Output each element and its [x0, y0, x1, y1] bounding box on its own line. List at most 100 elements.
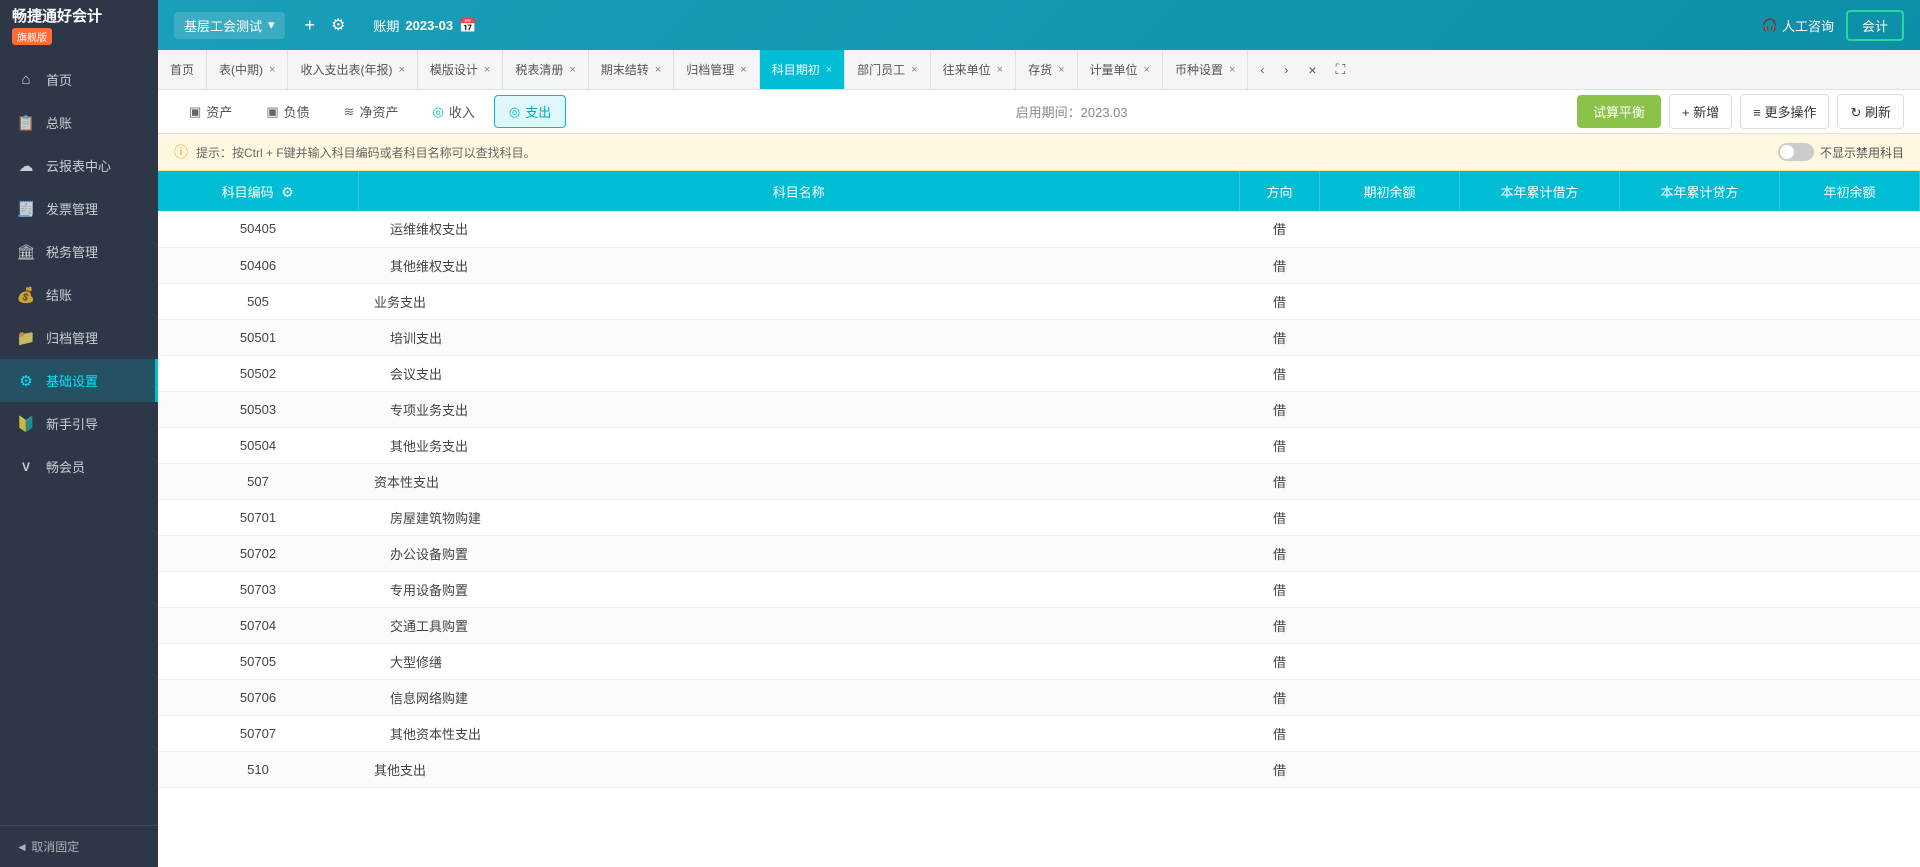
more-label: 更多操作 [1764, 105, 1816, 120]
account-button[interactable]: 会计 [1846, 10, 1904, 41]
sidebar-item-label: 总账 [46, 113, 72, 132]
table-row[interactable]: 50705 大型修缮 借 [158, 643, 1920, 679]
sidebar-item-reports[interactable]: ☁ 云报表中心 [0, 144, 158, 187]
sidebar-item-guide[interactable]: 🔰 新手引导 [0, 402, 158, 445]
cell-ytd-credit [1620, 499, 1780, 535]
tab-subject-init[interactable]: 科目期初 × [760, 50, 845, 90]
tab-currency[interactable]: 币种设置 × [1163, 50, 1248, 90]
tab-dept[interactable]: 部门员工 × [845, 50, 930, 90]
cell-ytd-credit [1620, 607, 1780, 643]
tab-close-icon[interactable]: × [997, 64, 1003, 76]
toggle-disabled-switch[interactable] [1778, 143, 1814, 161]
cell-opening [1320, 571, 1460, 607]
sub-tab-liabilities[interactable]: ▣ 负债 [251, 95, 324, 128]
more-button[interactable]: ≡ 更多操作 [1740, 94, 1829, 129]
tab-period-end[interactable]: 期末结转 × [589, 50, 674, 90]
tab-label: 存货 [1028, 61, 1052, 78]
table-row[interactable]: 50702 办公设备购置 借 [158, 535, 1920, 571]
table-row[interactable]: 50701 房屋建筑物购建 借 [158, 499, 1920, 535]
sidebar-item-invoice[interactable]: 🧾 发票管理 [0, 187, 158, 230]
table-row[interactable]: 50405 运维维权支出 借 [158, 211, 1920, 247]
sidebar-item-label: 新手引导 [46, 414, 98, 433]
sidebar-item-home[interactable]: ⌂ 首页 [0, 58, 158, 101]
sidebar-item-basic-settings[interactable]: ⚙ 基础设置 [0, 359, 158, 402]
tab-close-icon[interactable]: × [269, 64, 275, 76]
sidebar-nav: ⌂ 首页 📋 总账 ☁ 云报表中心 🧾 发票管理 🏛 税务管理 💰 结账 📁 归… [0, 50, 158, 825]
table-row[interactable]: 50504 其他业务支出 借 [158, 427, 1920, 463]
tab-close-icon[interactable]: × [826, 64, 832, 76]
cell-year-begin [1780, 319, 1920, 355]
tab-counterpart[interactable]: 往来单位 × [931, 50, 1016, 90]
tab-close-icon[interactable]: × [1229, 64, 1235, 76]
sub-tab-expenditure[interactable]: ◎ 支出 [494, 95, 566, 128]
tab-close-all-button[interactable]: × [1298, 50, 1326, 90]
table-row[interactable]: 50406 其他维权支出 借 [158, 247, 1920, 283]
cell-ytd-credit [1620, 247, 1780, 283]
calendar-icon[interactable]: 📅 [459, 17, 476, 34]
sub-tab-assets[interactable]: ▣ 资产 [174, 95, 247, 128]
table-row[interactable]: 50707 其他资本性支出 借 [158, 715, 1920, 751]
tab-close-icon[interactable]: × [655, 64, 661, 76]
cell-ytd-credit [1620, 355, 1780, 391]
sub-tab-label: 净资产 [360, 102, 399, 121]
table-row[interactable]: 505 业务支出 借 [158, 283, 1920, 319]
tab-home[interactable]: 首页 [158, 50, 207, 90]
tab-prev-button[interactable]: ‹ [1250, 50, 1274, 90]
table-row[interactable]: 50502 会议支出 借 [158, 355, 1920, 391]
add-company-btn[interactable]: + [305, 15, 316, 36]
table-row[interactable]: 50501 培训支出 借 [158, 319, 1920, 355]
tab-unit[interactable]: 计量单位 × [1078, 50, 1163, 90]
tab-inventory[interactable]: 存货 × [1016, 50, 1077, 90]
table-container[interactable]: 科目编码 ⚙ 科目名称 方向 期初余额 本年累计借方 本年累计贷方 年初余额 5… [158, 171, 1920, 867]
tab-label: 表(中期) [219, 61, 263, 78]
cell-ytd-debit [1460, 427, 1620, 463]
balance-button[interactable]: 试算平衡 [1577, 95, 1661, 128]
support-button[interactable]: 🎧 人工咨询 [1762, 16, 1834, 35]
sidebar-item-archive[interactable]: 📁 归档管理 [0, 316, 158, 359]
column-settings-icon[interactable]: ⚙ [281, 184, 294, 200]
sub-tab-label: 负债 [284, 102, 310, 121]
table-row[interactable]: 50703 专用设备购置 借 [158, 571, 1920, 607]
ledger-icon: 📋 [16, 114, 36, 132]
add-button[interactable]: + 新增 [1669, 94, 1732, 129]
sub-tab-income[interactable]: ◎ 收入 [418, 95, 490, 128]
sub-tab-net-assets[interactable]: ≋ 净资产 [329, 95, 414, 128]
tab-close-icon[interactable]: × [911, 64, 917, 76]
assets-icon: ▣ [189, 104, 201, 120]
tab-archive[interactable]: 归档管理 × [674, 50, 759, 90]
sidebar-item-settlement[interactable]: 💰 结账 [0, 273, 158, 316]
tab-next-button[interactable]: › [1274, 50, 1298, 90]
cell-name: 其他支出 [358, 751, 1240, 787]
sidebar-item-member[interactable]: V 畅会员 [0, 445, 158, 488]
cell-direction: 借 [1240, 463, 1320, 499]
tab-close-icon[interactable]: × [740, 64, 746, 76]
sidebar-item-label: 结账 [46, 285, 72, 304]
tax-icon: 🏛 [16, 243, 36, 261]
tab-close-icon[interactable]: × [1058, 64, 1064, 76]
sidebar-item-tax[interactable]: 🏛 税务管理 [0, 230, 158, 273]
settings-btn[interactable]: ⚙ [331, 15, 345, 35]
refresh-button[interactable]: ↻ 刷新 [1837, 94, 1904, 129]
tab-close-icon[interactable]: × [569, 64, 575, 76]
tab-income[interactable]: 收入支出表(年报) × [288, 50, 417, 90]
tab-close-icon[interactable]: × [398, 64, 404, 76]
tab-tax[interactable]: 税表清册 × [503, 50, 588, 90]
table-row[interactable]: 50706 信息网络购建 借 [158, 679, 1920, 715]
tab-template[interactable]: 模版设计 × [418, 50, 503, 90]
cell-code: 50705 [158, 643, 358, 679]
sidebar-footer[interactable]: ◄ 取消固定 [0, 825, 158, 867]
table-row[interactable]: 510 其他支出 借 [158, 751, 1920, 787]
top-right: 🎧 人工咨询 会计 [1762, 10, 1904, 41]
table-row[interactable]: 507 资本性支出 借 [158, 463, 1920, 499]
tab-interim[interactable]: 表(中期) × [207, 50, 288, 90]
tab-close-icon[interactable]: × [484, 64, 490, 76]
tab-close-icon[interactable]: × [1144, 64, 1150, 76]
table-row[interactable]: 50704 交通工具购置 借 [158, 607, 1920, 643]
cell-name: 大型修缮 [358, 643, 1240, 679]
cell-opening [1320, 463, 1460, 499]
tab-expand-button[interactable]: ⛶ [1326, 50, 1354, 90]
company-selector[interactable]: 基层工会测试 ▾ [174, 12, 285, 39]
cell-ytd-credit [1620, 571, 1780, 607]
sidebar-item-ledger[interactable]: 📋 总账 [0, 101, 158, 144]
table-row[interactable]: 50503 专项业务支出 借 [158, 391, 1920, 427]
